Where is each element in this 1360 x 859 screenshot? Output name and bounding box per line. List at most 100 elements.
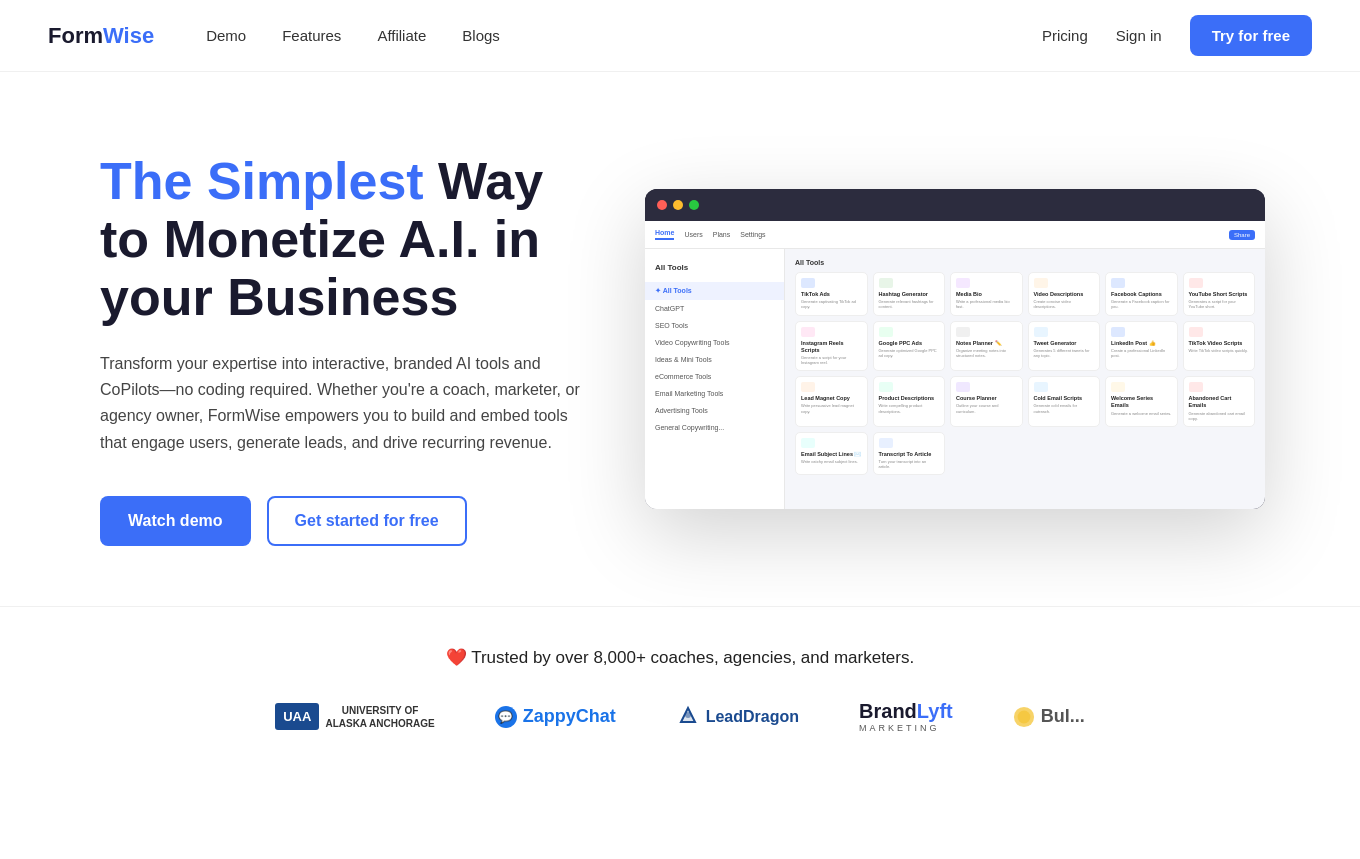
- tool-title: Instagram Reels Scripts: [801, 340, 862, 354]
- dashboard-mockup: Home Users Plans Settings Share All Tool…: [645, 189, 1265, 509]
- tool-icon: [1111, 278, 1125, 288]
- tool-desc: Organize meeting notes into structured n…: [956, 348, 1017, 358]
- trust-logos: UAA University ofAlaska Anchorage 💬 Zapp…: [0, 700, 1360, 733]
- tool-yt-shorts: YouTube Short Scripts Generates a script…: [1183, 272, 1256, 316]
- hero-description: Transform your expertise into interactiv…: [100, 351, 590, 457]
- watch-demo-button[interactable]: Watch demo: [100, 496, 251, 546]
- tool-title: TikTok Video Scripts: [1189, 340, 1250, 347]
- tool-icon: [879, 327, 893, 337]
- hero-content: The Simplest Way to Monetize A.I. in you…: [100, 152, 590, 546]
- tool-icon: [956, 327, 970, 337]
- tool-title: Lead Magnet Copy: [801, 395, 862, 402]
- tool-icon: [1111, 327, 1125, 337]
- get-started-button[interactable]: Get started for free: [267, 496, 467, 546]
- brandlyft-logo: BrandLyft Marketing: [859, 700, 953, 733]
- mockup-main: All Tools TikTok Ads Generate captivatin…: [785, 249, 1265, 509]
- mockup-titlebar: [645, 189, 1265, 221]
- tool-icon: [879, 278, 893, 288]
- tool-hashtag: Hashtag Generator Generate relevant hash…: [873, 272, 946, 316]
- tool-icon: [1189, 327, 1203, 337]
- tool-title: YouTube Short Scripts: [1189, 291, 1250, 298]
- tool-desc: Write a professional media bio fast.: [956, 299, 1017, 309]
- tool-title: Product Descriptions: [879, 395, 940, 402]
- zappychat-logo: 💬 ZappyChat: [495, 706, 616, 728]
- tool-icon: [956, 278, 970, 288]
- tool-icon: [956, 382, 970, 392]
- tool-icon: [801, 327, 815, 337]
- tool-desc: Generate a Facebook caption for you.: [1111, 299, 1172, 309]
- tool-title: TikTok Ads: [801, 291, 862, 298]
- tool-icon: [879, 438, 893, 448]
- tool-icon: [1034, 382, 1048, 392]
- tool-transcript: Transcript To Article Turn your transcri…: [873, 432, 946, 476]
- mockup-sidebar: All Tools ✦ All Tools ChatGPT SEO Tools …: [645, 249, 785, 509]
- nav-pricing[interactable]: Pricing: [1042, 27, 1088, 44]
- tab-users: Users: [684, 231, 702, 238]
- tool-desc: Outline your course and curriculum.: [956, 403, 1017, 413]
- uaa-logo: UAA University ofAlaska Anchorage: [275, 703, 434, 730]
- hero-title-highlight: The Simplest: [100, 152, 424, 210]
- tool-desc: Turn your transcript into an article.: [879, 459, 940, 469]
- nav-left: FormWise Demo Features Affiliate Blogs: [48, 23, 500, 49]
- tool-tiktok-video: TikTok Video Scripts Write TikTok video …: [1183, 321, 1256, 372]
- tool-desc: Generates a script for your YouTube shor…: [1189, 299, 1250, 309]
- tool-desc: Write TikTok video scripts quickly.: [1189, 348, 1250, 353]
- tool-course-planner: Course Planner Outline your course and c…: [950, 376, 1023, 427]
- zappy-name: ZappyChat: [523, 706, 616, 727]
- nav-blogs[interactable]: Blogs: [462, 27, 500, 44]
- tool-title: Transcript To Article: [879, 451, 940, 458]
- sidebar-advertising: Advertising Tools: [645, 402, 784, 419]
- try-free-button[interactable]: Try for free: [1190, 15, 1312, 56]
- sidebar-chatgpt: ChatGPT: [645, 300, 784, 317]
- tool-title: Media Bio: [956, 291, 1017, 298]
- tool-tweet: Tweet Generator Generates 5 different tw…: [1028, 321, 1101, 372]
- nav-demo[interactable]: Demo: [206, 27, 246, 44]
- tool-tiktok-ads: TikTok Ads Generate captivating TikTok a…: [795, 272, 868, 316]
- mockup-topbar: Home Users Plans Settings Share: [645, 221, 1265, 249]
- tool-notes: Notes Planner ✏️ Organize meeting notes …: [950, 321, 1023, 372]
- nav-features[interactable]: Features: [282, 27, 341, 44]
- nav-right: Pricing Sign in Try for free: [1042, 15, 1312, 56]
- tool-icon: [1034, 278, 1048, 288]
- tool-icon: [801, 278, 815, 288]
- trust-text: ❤️ Trusted by over 8,000+ coaches, agenc…: [0, 647, 1360, 668]
- tool-desc: Create a professional LinkedIn post.: [1111, 348, 1172, 358]
- tool-desc: Generate relevant hashtags for content.: [879, 299, 940, 309]
- hero-section: The Simplest Way to Monetize A.I. in you…: [0, 72, 1360, 606]
- nav-signin[interactable]: Sign in: [1116, 27, 1162, 44]
- tool-desc: Generate abandoned cart email copy.: [1189, 411, 1250, 421]
- svg-point-1: [685, 712, 691, 718]
- zappy-icon: 💬: [495, 706, 517, 728]
- tool-desc: Generate optimized Google PPC ad copy.: [879, 348, 940, 358]
- tool-title: Video Descriptions: [1034, 291, 1095, 298]
- sidebar-general: General Copywriting...: [645, 419, 784, 436]
- tool-title: Google PPC Ads: [879, 340, 940, 347]
- tool-welcome-emails: Welcome Series Emails Generate a welcome…: [1105, 376, 1178, 427]
- tool-cold-email: Cold Email Scripts Generate cold emails …: [1028, 376, 1101, 427]
- tool-icon: [879, 382, 893, 392]
- tool-icon: [801, 382, 815, 392]
- tool-subject-lines: Email Subject Lines ✉️ Write catchy emai…: [795, 432, 868, 476]
- tool-google-ppc: Google PPC Ads Generate optimized Google…: [873, 321, 946, 372]
- uaa-box: UAA: [275, 703, 319, 730]
- brand-sub: Marketing: [859, 723, 940, 733]
- tab-settings: Settings: [740, 231, 765, 238]
- tool-desc: Generate a script for your Instagram ree…: [801, 355, 862, 365]
- tool-desc: Create concise video descriptions.: [1034, 299, 1095, 309]
- logo[interactable]: FormWise: [48, 23, 154, 49]
- tool-title: Course Planner: [956, 395, 1017, 402]
- tools-grid: TikTok Ads Generate captivating TikTok a…: [795, 272, 1255, 475]
- brand-name: BrandLyft: [859, 700, 953, 723]
- dot-red: [657, 200, 667, 210]
- tool-title: Welcome Series Emails: [1111, 395, 1172, 409]
- tool-icon: [1189, 278, 1203, 288]
- tool-ig-reels: Instagram Reels Scripts Generate a scrip…: [795, 321, 868, 372]
- tool-desc: Generate a welcome email series.: [1111, 411, 1172, 416]
- dot-yellow: [673, 200, 683, 210]
- tool-lead-magnet: Lead Magnet Copy Write persuasive lead m…: [795, 376, 868, 427]
- lead-icon: [676, 705, 700, 729]
- partial-logo: Bul...: [1013, 706, 1085, 728]
- tool-title: Email Subject Lines ✉️: [801, 451, 862, 458]
- tab-plans: Plans: [713, 231, 731, 238]
- nav-affiliate[interactable]: Affiliate: [377, 27, 426, 44]
